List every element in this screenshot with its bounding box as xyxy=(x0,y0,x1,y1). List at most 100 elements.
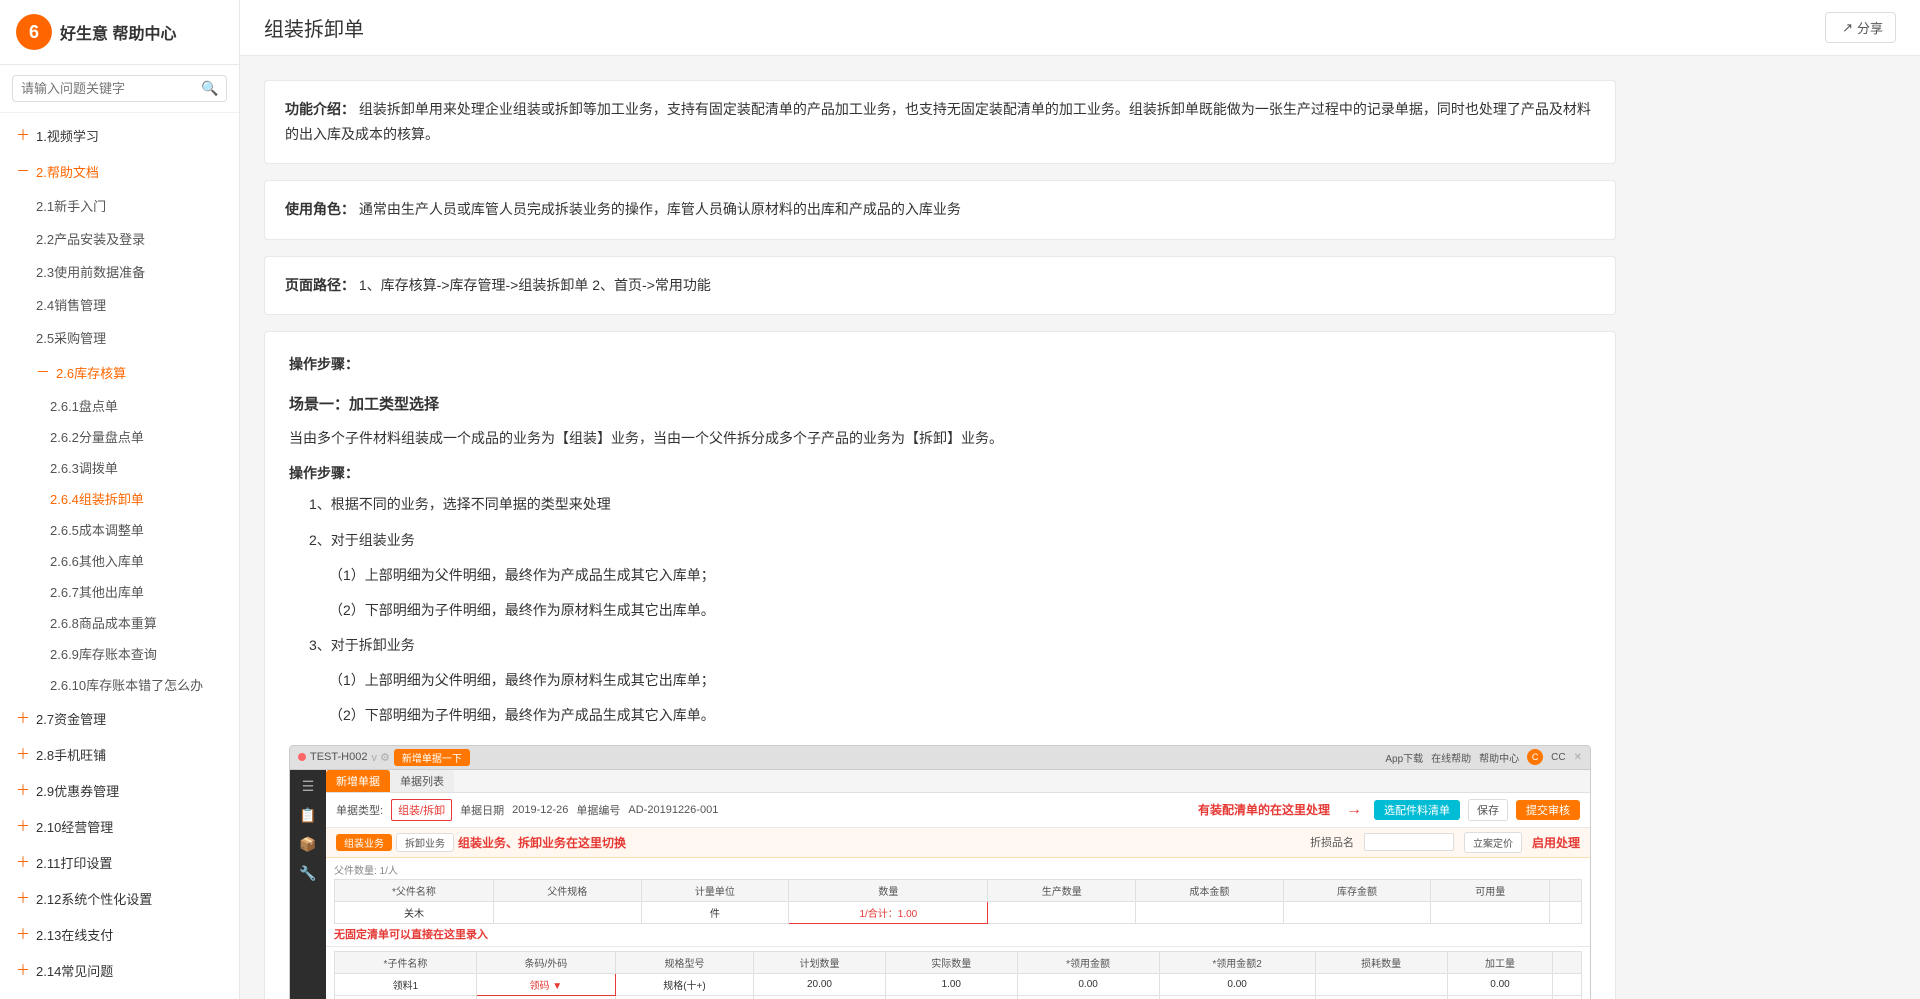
sidebar-item-capital[interactable]: ＋ 2.7资金管理 xyxy=(0,700,239,736)
sidebar-item-data[interactable]: 2.3使用前数据准备 xyxy=(0,255,239,288)
mock-date-label: 单据日期 xyxy=(460,802,504,818)
mock-th-cost: 成本金额 xyxy=(1136,879,1284,901)
table-row: 领料1 领码 ▼ 规格(十+) 20.00 1.00 0.00 0.00 0. xyxy=(335,973,1582,995)
annotation-arrow1: → xyxy=(1346,801,1362,819)
mock-cell-cost xyxy=(1136,901,1284,923)
step3-sub1: （1）上部明细为父件明细，最终作为原材料生成其它出库单； xyxy=(329,672,715,688)
mock-submit-btn[interactable]: 提交审核 xyxy=(1516,800,1580,820)
mock-lth-child-name: *子件名称 xyxy=(335,951,477,973)
sidebar-item-inv-split[interactable]: 2.6.2分量盘点单 xyxy=(0,421,239,452)
mock-type-label: 单据类型: xyxy=(336,802,383,818)
mock-lcell-name1: 领料1 xyxy=(335,973,477,995)
mock-type-select[interactable]: 组装/拆卸 xyxy=(391,799,452,821)
steps-box: 操作步骤： 场景一：加工类型选择 当由多个子件材料组装成一个成品的业务为【组装】… xyxy=(264,331,1616,999)
search-input[interactable] xyxy=(12,75,227,102)
mock-th-qty: 数量 xyxy=(789,879,988,901)
minus-icon-inv: － xyxy=(36,362,50,382)
ops-steps-label: 操作步骤： xyxy=(289,465,359,481)
mock-lower-table: *子件名称 条码/外码 规格型号 计划数量 实际数量 *领用金额 *领用金额2 … xyxy=(334,951,1582,999)
sidebar-item-docs[interactable]: － 2.帮助文档 xyxy=(0,153,239,189)
mock-lth-plan-qty: 计划数量 xyxy=(754,951,886,973)
mock-th-inv-cost: 库存金额 xyxy=(1283,879,1431,901)
sidebar-item-pay[interactable]: ＋ 2.13在线支付 xyxy=(0,916,239,952)
path-label: 页面路径： xyxy=(285,277,355,293)
scene1-intro: 当由多个子件材料组装成一个成品的业务为【组装】业务，当由一个父件拆分成多个子产品… xyxy=(289,430,1003,446)
mock-lcell-name2: 领料2 xyxy=(335,995,477,999)
plus-icon-coup: ＋ xyxy=(16,780,30,800)
mock-lth-barcode: 条码/外码 xyxy=(476,951,615,973)
mock-cell-unit: 件 xyxy=(641,901,789,923)
sidebar-item-faq[interactable]: ＋ 2.14常见问题 xyxy=(0,952,239,988)
sidebar-item-capital-label: 2.7资金管理 xyxy=(36,709,106,728)
nav-section: ＋ 1.视频学习 － 2.帮助文档 2.1新手入门 2.2产品安装及登录 2.3… xyxy=(0,113,239,999)
role-label: 使用角色： xyxy=(285,201,355,217)
sidebar-item-sales[interactable]: 2.4销售管理 xyxy=(0,288,239,321)
sidebar-item-video-label: 1.视频学习 xyxy=(36,126,99,145)
mock-loss-input[interactable] xyxy=(1364,833,1454,851)
step1: 1、根据不同的业务，选择不同单据的类型来处理 xyxy=(309,496,611,512)
share-button[interactable]: ↗ 分享 xyxy=(1825,12,1896,43)
mock-lcell-spec2 xyxy=(615,995,753,999)
mock-lcell-loss1 xyxy=(1315,973,1447,995)
sidebar-item-new[interactable]: 2.1新手入门 xyxy=(0,189,239,222)
mock-new-order-btn[interactable]: 新增单据一下 xyxy=(394,749,470,766)
func-intro-text: 组装拆卸单用来处理企业组装或拆卸等加工业务，支持有固定装配清单的产品加工业务，也… xyxy=(285,101,1591,142)
sidebar-item-mobile[interactable]: ＋ 2.8手机旺铺 xyxy=(0,736,239,772)
mock-date-value: 2019-12-26 xyxy=(512,804,568,816)
sidebar-item-cases[interactable]: ＋ 2.15操作案例 xyxy=(0,988,239,999)
mock-save-btn[interactable]: 保存 xyxy=(1468,799,1508,821)
mock-cell-parent-name: 关木 xyxy=(335,901,494,923)
sidebar-item-install[interactable]: 2.2产品安装及登录 xyxy=(0,222,239,255)
mock-tab-list[interactable]: 单据列表 xyxy=(390,770,454,792)
sidebar-item-print[interactable]: ＋ 2.11打印设置 xyxy=(0,844,239,880)
mock-tab-new[interactable]: 新增单据 xyxy=(326,770,390,792)
sidebar-item-video[interactable]: ＋ 1.视频学习 xyxy=(0,117,239,153)
mock-lcell-proc1: 0.00 xyxy=(1447,973,1553,995)
sidebar-item-pay-label: 2.13在线支付 xyxy=(36,925,113,944)
annotation-switch: 组装业务、拆卸业务在这里切换 xyxy=(458,834,626,851)
mock-type-switch1[interactable]: 组装业务 xyxy=(336,834,392,851)
sidebar-item-inv-assemble[interactable]: 2.6.4组装拆卸单 xyxy=(0,483,239,514)
sidebar-item-inv-adjust[interactable]: 2.6.3调拨单 xyxy=(0,452,239,483)
sidebar-item-ops[interactable]: ＋ 2.10经营管理 xyxy=(0,808,239,844)
sidebar-header: 6 好生意 帮助中心 xyxy=(0,0,239,65)
sidebar-item-custom[interactable]: ＋ 2.12系统个性化设置 xyxy=(0,880,239,916)
plus-icon-prt: ＋ xyxy=(16,852,30,872)
mock-price-btn[interactable]: 立案定价 xyxy=(1464,832,1522,853)
sidebar-item-inventory[interactable]: － 2.6库存核算 xyxy=(0,354,239,390)
share-label: 分享 xyxy=(1857,18,1883,37)
mock-username: CC xyxy=(1551,752,1565,763)
mock-type-switch2[interactable]: 拆卸业务 xyxy=(396,833,454,852)
search-button[interactable]: 🔍 xyxy=(201,80,218,97)
mock-th-avail: 可用量 xyxy=(1431,879,1550,901)
mock-lcell-loss2: 0.00 xyxy=(1315,995,1447,999)
sidebar-item-inv-error[interactable]: 2.6.10库存账本错了怎么办 xyxy=(0,669,239,700)
table-row: 领料2 20.00 0.00 0.00 0.00 xyxy=(335,995,1582,999)
sidebar-item-inv-cost-calc[interactable]: 2.6.8商品成本重算 xyxy=(0,607,239,638)
ops-label: 操作步骤： xyxy=(289,356,359,372)
minus-icon: － xyxy=(16,161,30,181)
logo-icon: 6 xyxy=(16,14,52,50)
sidebar-item-inv-cost[interactable]: 2.6.5成本调整单 xyxy=(0,514,239,545)
mock-cell-parent-spec xyxy=(493,901,641,923)
sidebar-item-inv-count[interactable]: 2.6.1盘点单 xyxy=(0,390,239,421)
scene1-label: 场景一：加工类型选择 xyxy=(289,396,439,413)
sidebar-item-coupon[interactable]: ＋ 2.9优惠券管理 xyxy=(0,772,239,808)
mock-lth-actual-qty: 实际数量 xyxy=(885,951,1017,973)
mock-lth-cost2: *领用金额2 xyxy=(1159,951,1315,973)
sidebar-item-inv-other-out[interactable]: 2.6.7其他出库单 xyxy=(0,576,239,607)
annotation3-row: 无固定清单可以直接在这里录入 xyxy=(334,926,1582,942)
role-text: 通常由生产人员或库管人员完成拆装业务的操作，库管人员确认原材料的出库和产成品的入… xyxy=(359,201,961,217)
mock-loss-label: 折损品名 xyxy=(1310,834,1354,850)
mock-lcell-cost1b: 0.00 xyxy=(1159,973,1315,995)
role-box: 使用角色： 通常由生产人员或库管人员完成拆装业务的操作，库管人员确认原材料的出库… xyxy=(264,180,1616,239)
mock-sidebar-icon4: 🔧 xyxy=(299,865,316,882)
sidebar-item-inv-other-in[interactable]: 2.6.6其他入库单 xyxy=(0,545,239,576)
mock-sidebar-icon3: 📦 xyxy=(299,836,316,853)
mock-lcell-cost2b: 0.00 xyxy=(1159,995,1315,999)
sidebar-item-purchase[interactable]: 2.5采购管理 xyxy=(0,321,239,354)
mock-appstore-link: App下载 xyxy=(1385,750,1423,765)
mock-sidebar-icon1: ☰ xyxy=(302,778,315,795)
mock-assemble-list-btn[interactable]: 选配件料清单 xyxy=(1374,800,1460,820)
sidebar-item-inv-query[interactable]: 2.6.9库存账本查询 xyxy=(0,638,239,669)
